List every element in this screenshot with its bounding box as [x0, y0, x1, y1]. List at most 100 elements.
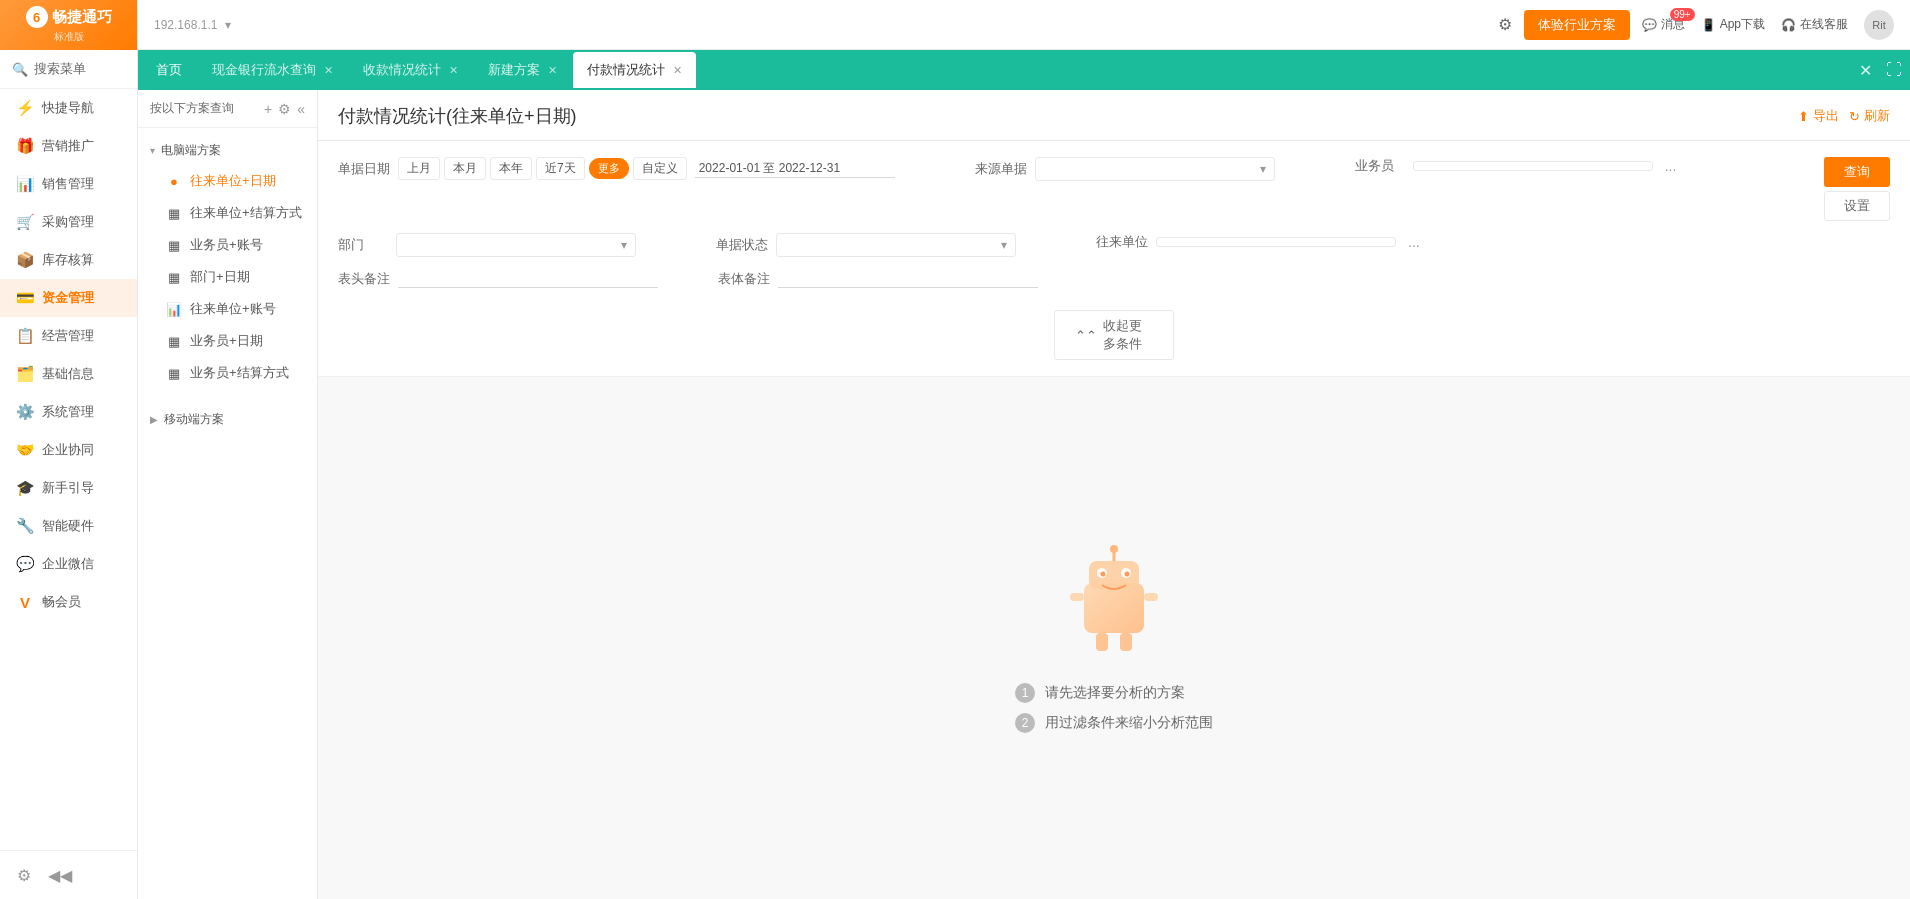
export-btn[interactable]: ⬆ 导出 [1798, 107, 1839, 125]
tab-receipt-stats[interactable]: 收款情况统计 ✕ [349, 52, 472, 88]
sidebar-item-guide[interactable]: 🎓 新手引导 [0, 469, 137, 507]
sidebar-item-sales[interactable]: 📊 销售管理 [0, 165, 137, 203]
settings-footer-btn[interactable]: ⚙ [10, 861, 38, 889]
date-btn-this-month[interactable]: 本月 [444, 157, 486, 180]
tab-payment-stats[interactable]: 付款情况统计 ✕ [573, 52, 696, 88]
date-range-input[interactable] [695, 159, 895, 178]
date-btn-custom[interactable]: 自定义 [633, 157, 687, 180]
scheme-panel-header: 按以下方案查询 + ⚙ « [138, 90, 317, 128]
filter-source-arrow: ▾ [1260, 162, 1266, 176]
filter-salesman-select[interactable] [1413, 161, 1653, 171]
user-avatar[interactable]: Rit [1864, 10, 1894, 40]
app-download-btn[interactable]: 📱 App下载 [1701, 16, 1765, 33]
scheme-item-unit-account[interactable]: 📊 往来单位+账号 [138, 293, 317, 325]
topbar-address-arrow[interactable]: ▾ [225, 18, 231, 32]
sidebar-item-inventory[interactable]: 📦 库存核算 [0, 241, 137, 279]
scheme-item-salesman-date[interactable]: ▦ 业务员+日期 [138, 325, 317, 357]
refresh-icon: ↻ [1849, 109, 1860, 124]
scheme-item-unit-date-label: 往来单位+日期 [190, 172, 276, 190]
filter-source-select[interactable]: ▾ [1035, 157, 1275, 181]
topbar: 192.168.1.1 ▾ ⚙ 体验行业方案 💬 消息 99+ 📱 App下载 … [138, 0, 1910, 50]
member-icon: V [16, 593, 34, 611]
date-btn-7days[interactable]: 近7天 [536, 157, 585, 180]
trial-btn[interactable]: 体验行业方案 [1524, 10, 1630, 40]
scheme-item-active-icon: ● [166, 173, 182, 189]
tab-bank-flow-close[interactable]: ✕ [324, 64, 333, 77]
sidebar: 6 畅捷通巧 标准版 🔍 搜索菜单 ⚡ 快捷导航 🎁 营销推广 📊 销售管理 🛒… [0, 0, 138, 899]
filter-docstatus-item: 单据状态 ▾ [716, 233, 1016, 257]
scheme-section-desktop: ▾ 电脑端方案 ● 往来单位+日期 ▦ 往来单位+结算方式 ▦ 业务员+账号 ▦ [138, 128, 317, 397]
scheme-section-mobile: ▶ 移动端方案 [138, 397, 317, 442]
tab-payment-stats-close[interactable]: ✕ [673, 64, 682, 77]
date-btn-last-month[interactable]: 上月 [398, 157, 440, 180]
filter-date-btns: 上月 本月 本年 近7天 更多 自定义 [398, 157, 895, 180]
sidebar-item-marketing[interactable]: 🎁 营销推广 [0, 127, 137, 165]
sidebar-item-system[interactable]: ⚙️ 系统管理 [0, 393, 137, 431]
tip-num-1: 1 [1015, 683, 1035, 703]
tab-payment-stats-label: 付款情况统计 [587, 61, 665, 79]
refresh-label: 刷新 [1864, 107, 1890, 125]
sidebar-item-purchase[interactable]: 🛒 采购管理 [0, 203, 137, 241]
tab-bar: 首页 现金银行流水查询 ✕ 收款情况统计 ✕ 新建方案 ✕ 付款情况统计 ✕ ✕… [138, 50, 1910, 90]
scheme-item-icon: ▦ [166, 205, 182, 221]
message-badge: 99+ [1670, 8, 1695, 21]
empty-state: 1 请先选择要分析的方案 2 用过滤条件来缩小分析范围 [318, 377, 1910, 899]
sidebar-item-wechat[interactable]: 💬 企业微信 [0, 545, 137, 583]
sidebar-item-hardware[interactable]: 🔧 智能硬件 [0, 507, 137, 545]
filter-dept-select[interactable]: ▾ [396, 233, 636, 257]
scheme-item-dept-date[interactable]: ▦ 部门+日期 [138, 261, 317, 293]
tab-new-scheme[interactable]: 新建方案 ✕ [474, 52, 571, 88]
sidebar-item-basic-info[interactable]: 🗂️ 基础信息 [0, 355, 137, 393]
tab-bank-flow[interactable]: 现金银行流水查询 ✕ [198, 52, 347, 88]
sidebar-item-member[interactable]: V 畅会员 [0, 583, 137, 621]
tab-new-scheme-close[interactable]: ✕ [548, 64, 557, 77]
scheme-section-mobile-arrow: ▶ [150, 414, 158, 425]
scheme-item-chart-icon: 📊 [166, 301, 182, 317]
tab-close-all-btn[interactable]: ✕ [1855, 57, 1876, 84]
collapse-filter-btn[interactable]: ⌃⌃ 收起更多条件 [1054, 310, 1174, 360]
scheme-collapse-btn[interactable]: « [297, 101, 305, 117]
scheme-settings-btn[interactable]: ⚙ [278, 101, 291, 117]
enterprise-icon: 🤝 [16, 441, 34, 459]
sidebar-item-fund[interactable]: 💳 资金管理 [0, 279, 137, 317]
scheme-section-desktop-header[interactable]: ▾ 电脑端方案 [138, 136, 317, 165]
scheme-add-btn[interactable]: + [264, 101, 272, 117]
date-btn-more[interactable]: 更多 [589, 158, 629, 179]
refresh-btn[interactable]: ↻ 刷新 [1849, 107, 1890, 125]
collapse-sidebar-btn[interactable]: ◀◀ [46, 861, 74, 889]
filter-partner-select[interactable] [1156, 237, 1396, 247]
scheme-item-unit-settle[interactable]: ▦ 往来单位+结算方式 [138, 197, 317, 229]
date-btn-this-year[interactable]: 本年 [490, 157, 532, 180]
scheme-section-mobile-header[interactable]: ▶ 移动端方案 [138, 405, 317, 434]
filter-docstatus-select[interactable]: ▾ [776, 233, 1016, 257]
query-btn[interactable]: 查询 [1824, 157, 1890, 187]
basic-info-icon: 🗂️ [16, 365, 34, 383]
scheme-item-unit-date[interactable]: ● 往来单位+日期 [138, 165, 317, 197]
sidebar-item-enterprise[interactable]: 🤝 企业协同 [0, 431, 137, 469]
tab-expand-btn[interactable]: ⛶ [1882, 57, 1906, 83]
sidebar-item-label: 新手引导 [42, 479, 94, 497]
sidebar-item-label: 经营管理 [42, 327, 94, 345]
sidebar-search-label: 搜索菜单 [34, 60, 86, 78]
settings-btn[interactable]: 设置 [1824, 191, 1890, 221]
scheme-item-salesman-settle[interactable]: ▦ 业务员+结算方式 [138, 357, 317, 389]
sidebar-search[interactable]: 🔍 搜索菜单 [0, 50, 137, 89]
scheme-item-salesman-account[interactable]: ▦ 业务员+账号 [138, 229, 317, 261]
filter-partner-dots[interactable]: ... [1408, 234, 1420, 250]
message-btn[interactable]: 💬 消息 99+ [1642, 16, 1685, 33]
filter-headernote-input[interactable] [398, 269, 658, 288]
service-label: 在线客服 [1800, 16, 1848, 33]
sidebar-item-quick-nav[interactable]: ⚡ 快捷导航 [0, 89, 137, 127]
collapse-icon: ⌃⌃ [1075, 328, 1097, 343]
filter-bodynote-input[interactable] [778, 269, 1038, 288]
online-service-btn[interactable]: 🎧 在线客服 [1781, 16, 1848, 33]
sidebar-item-operation[interactable]: 📋 经营管理 [0, 317, 137, 355]
filter-salesman-item: 业务员 ... [1355, 157, 1677, 175]
svg-rect-10 [1096, 633, 1108, 651]
sidebar-item-label: 营销推广 [42, 137, 94, 155]
topbar-settings-icon[interactable]: ⚙ [1498, 15, 1512, 34]
tab-receipt-stats-close[interactable]: ✕ [449, 64, 458, 77]
tab-home[interactable]: 首页 [142, 52, 196, 88]
filter-salesman-dots[interactable]: ... [1665, 158, 1677, 174]
scheme-item-dept-date-label: 部门+日期 [190, 268, 250, 286]
